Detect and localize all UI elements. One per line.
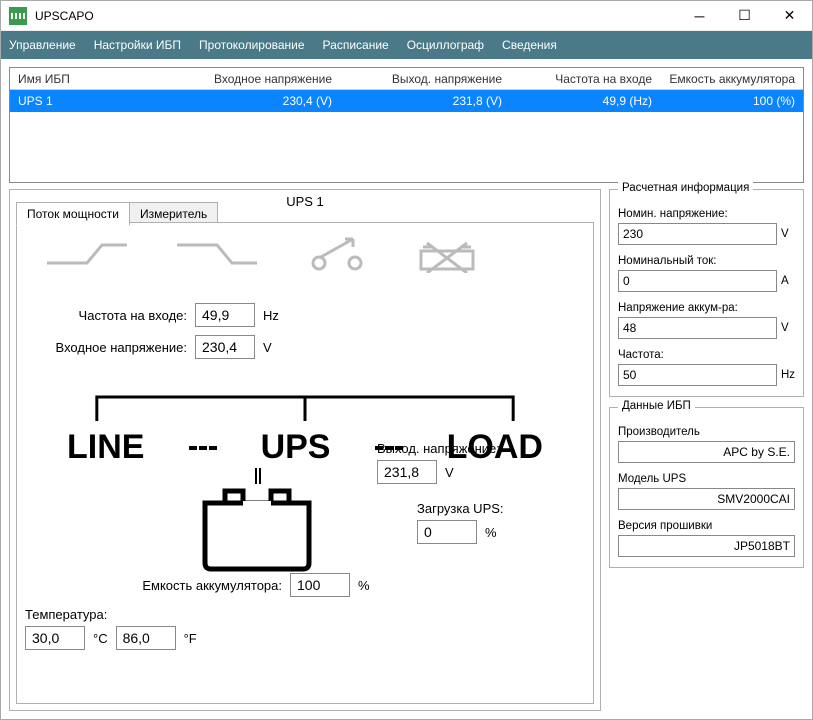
- model-value: SMV2000CAI: [618, 488, 795, 510]
- freq-in-label: Частота на входе:: [37, 308, 187, 323]
- content-area: Имя ИБП Входное напряжение Выход. напряж…: [1, 59, 812, 719]
- load-value: 0: [417, 520, 477, 544]
- col-vout[interactable]: Выход. напряжение: [340, 72, 510, 86]
- calc-freq-unit: Hz: [781, 369, 795, 381]
- vin-row: Входное напряжение: 230,4 V: [37, 335, 337, 359]
- col-freq[interactable]: Частота на входе: [510, 72, 660, 86]
- batt-v-label: Напряжение аккум-ра:: [618, 302, 795, 314]
- main-panel: UPS 1 Поток мощности Измеритель: [9, 189, 601, 711]
- cell-vout: 231,8 (V): [340, 94, 510, 108]
- cell-batt: 100 (%): [660, 94, 803, 108]
- vin-label: Входное напряжение:: [37, 340, 187, 355]
- minimize-button[interactable]: ─: [677, 1, 722, 31]
- word-line: LINE: [67, 428, 144, 467]
- table-header-row: Имя ИБП Входное напряжение Выход. напряж…: [10, 68, 803, 90]
- batt-cap-row: Емкость аккумулятора: 100 %: [117, 573, 437, 597]
- maximize-button[interactable]: ☐: [722, 1, 767, 31]
- menu-schedule[interactable]: Расписание: [323, 38, 389, 52]
- load-block: Загрузка UPS: 0 %: [417, 501, 597, 544]
- tab-body-flow: Частота на входе: 49,9 Hz Входное напряж…: [16, 222, 594, 704]
- bypass-icon: [307, 233, 367, 273]
- input-ok-icon: [47, 233, 127, 273]
- flow-diagram: Частота на входе: 49,9 Hz Входное напряж…: [17, 223, 593, 703]
- col-vin[interactable]: Входное напряжение: [170, 72, 340, 86]
- load-unit: %: [485, 525, 497, 540]
- word-ups: UPS: [261, 428, 331, 467]
- col-name[interactable]: Имя ИБП: [10, 72, 170, 86]
- nom-i-label: Номинальный ток:: [618, 255, 795, 267]
- temp-label: Температура:: [25, 607, 107, 622]
- freq-in-row: Частота на входе: 49,9 Hz: [37, 303, 337, 327]
- freq-in-unit: Hz: [263, 308, 279, 323]
- menu-about[interactable]: Сведения: [502, 38, 557, 52]
- app-window: UPSCAPO ─ ☐ ✕ Управление Настройки ИБП П…: [0, 0, 813, 720]
- menubar: Управление Настройки ИБП Протоколировани…: [1, 31, 812, 59]
- fw-value: JP5018BT: [618, 535, 795, 557]
- ups-table: Имя ИБП Входное напряжение Выход. напряж…: [9, 67, 804, 183]
- route-lines: [77, 393, 533, 423]
- calc-freq-label: Частота:: [618, 349, 795, 361]
- col-batt[interactable]: Емкость аккумулятора: [660, 72, 803, 86]
- model-label: Модель UPS: [618, 473, 795, 485]
- side-panels: Расчетная информация Номин. напряжение: …: [609, 189, 804, 711]
- tab-flow[interactable]: Поток мощности: [16, 202, 130, 226]
- batt-v-value: 48: [618, 317, 777, 339]
- load-label: Загрузка UPS:: [417, 501, 504, 516]
- mfr-label: Производитель: [618, 426, 795, 438]
- vout-value: 231,8: [377, 460, 437, 484]
- battery-fault-icon: [417, 233, 477, 273]
- mfr-value: APC by S.E.: [618, 441, 795, 463]
- batt-cap-unit: %: [358, 578, 370, 593]
- vout-unit: V: [445, 465, 454, 480]
- cell-freq: 49,9 (Hz): [510, 94, 660, 108]
- calc-group: Расчетная информация Номин. напряжение: …: [609, 189, 804, 397]
- temp-c-value: 30,0: [25, 626, 85, 650]
- vin-unit: V: [263, 340, 272, 355]
- close-button[interactable]: ✕: [767, 1, 812, 31]
- vout-block: Выход. напряжение: 231,8 V: [377, 441, 587, 484]
- cell-vin: 230,4 (V): [170, 94, 340, 108]
- menu-control[interactable]: Управление: [9, 38, 76, 52]
- arrow-line-ups: [183, 446, 223, 450]
- nom-v-label: Номин. напряжение:: [618, 208, 795, 220]
- status-icons: [47, 233, 477, 273]
- bottom-area: UPS 1 Поток мощности Измеритель: [9, 189, 804, 711]
- input-fault-icon: [177, 233, 257, 273]
- panel-title: UPS 1: [286, 194, 324, 209]
- titlebar: UPSCAPO ─ ☐ ✕: [1, 1, 812, 31]
- cell-name: UPS 1: [10, 94, 170, 108]
- batt-cap-value: 100: [290, 573, 350, 597]
- calc-freq-value: 50: [618, 364, 777, 386]
- app-icon: [9, 7, 27, 25]
- battery-icon: [197, 483, 317, 573]
- vin-value: 230,4: [195, 335, 255, 359]
- app-title: UPSCAPO: [35, 9, 94, 23]
- menu-logging[interactable]: Протоколирование: [199, 38, 305, 52]
- nom-i-unit: A: [781, 275, 795, 287]
- vout-label: Выход. напряжение:: [377, 441, 500, 456]
- table-row[interactable]: UPS 1 230,4 (V) 231,8 (V) 49,9 (Hz) 100 …: [10, 90, 803, 112]
- calc-title: Расчетная информация: [618, 182, 753, 194]
- freq-in-value: 49,9: [195, 303, 255, 327]
- menu-oscilloscope[interactable]: Осциллограф: [407, 38, 484, 52]
- info-group: Данные ИБП Производитель APC by S.E. Мод…: [609, 407, 804, 568]
- temp-f-unit: °F: [184, 631, 197, 646]
- nom-v-value: 230: [618, 223, 777, 245]
- nom-i-value: 0: [618, 270, 777, 292]
- temp-block: Температура: 30,0 °C 86,0 °F: [25, 607, 197, 650]
- batt-cap-label: Емкость аккумулятора:: [117, 578, 282, 593]
- fw-label: Версия прошивки: [618, 520, 795, 532]
- nom-v-unit: V: [781, 228, 795, 240]
- batt-v-unit: V: [781, 322, 795, 334]
- temp-f-value: 86,0: [116, 626, 176, 650]
- temp-c-unit: °C: [93, 631, 108, 646]
- info-title: Данные ИБП: [618, 400, 695, 412]
- menu-ups-settings[interactable]: Настройки ИБП: [94, 38, 181, 52]
